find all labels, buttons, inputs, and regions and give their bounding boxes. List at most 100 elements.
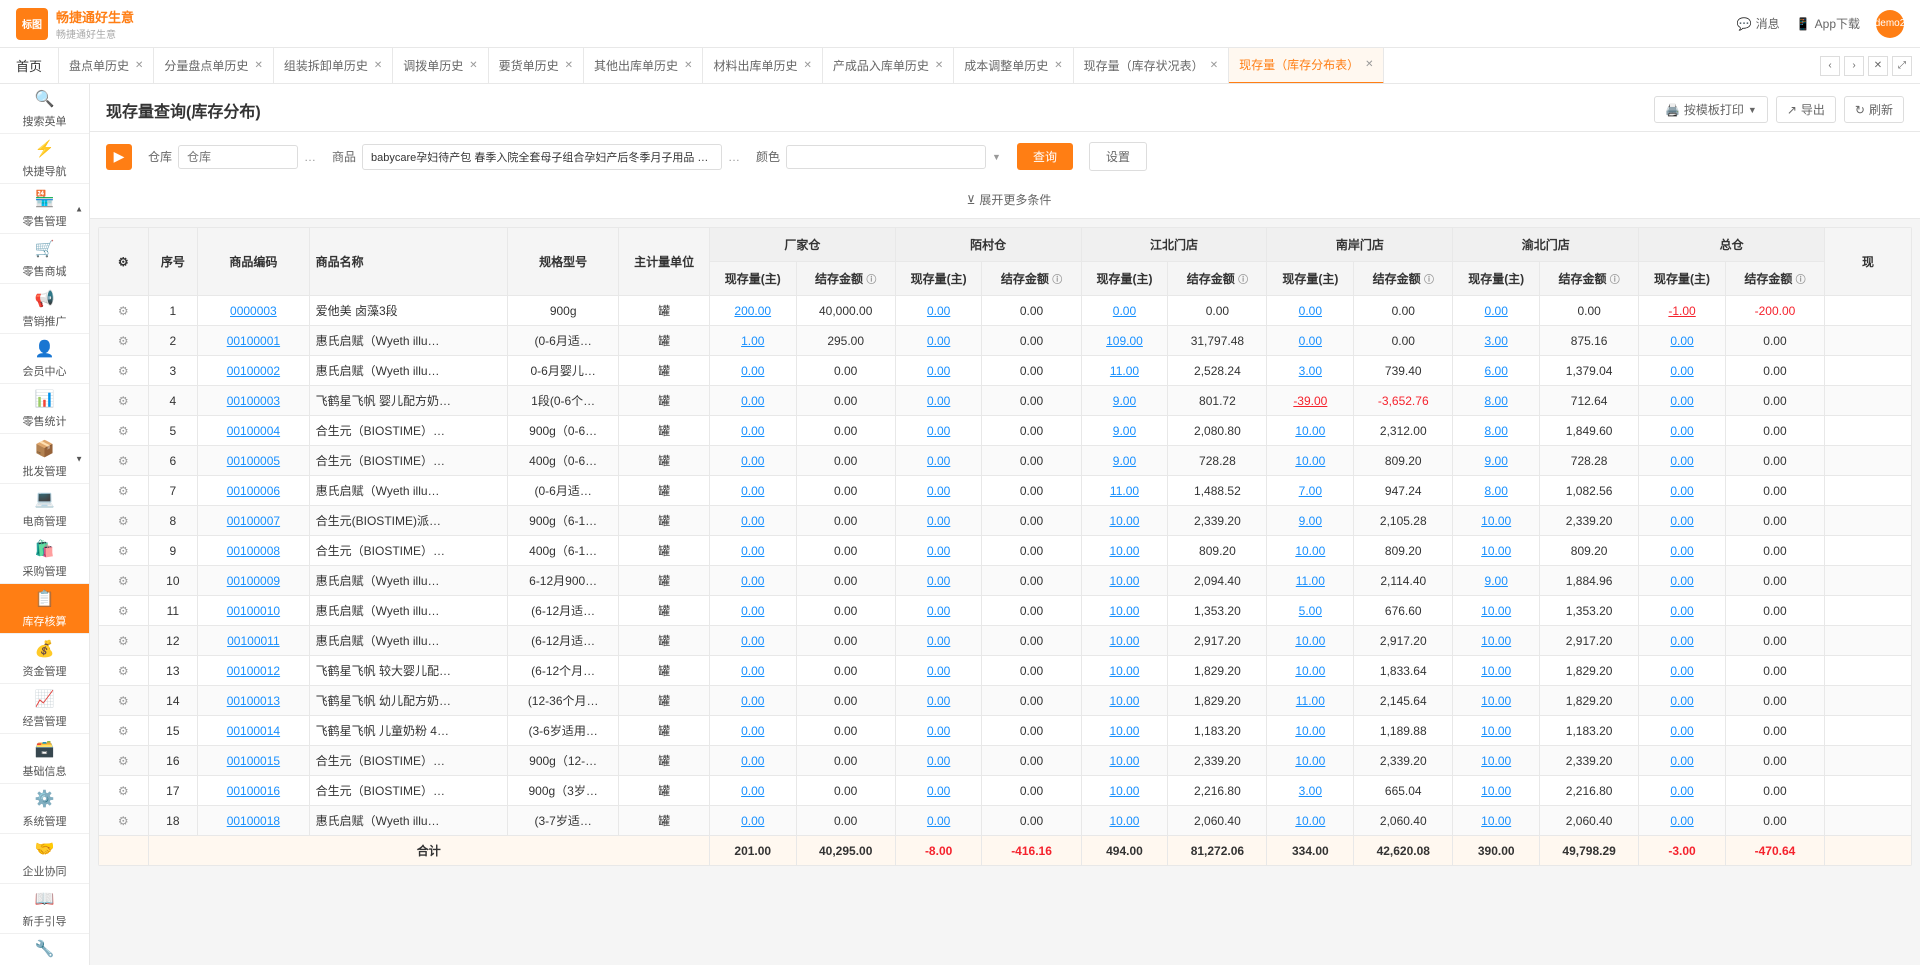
refresh-btn[interactable]: ↻ 刷新 (1844, 96, 1904, 123)
tab-qtck[interactable]: 其他出库单历史 ✕ (584, 48, 703, 84)
sidebar-item-guide[interactable]: 📖 新手引导 (0, 884, 89, 934)
avatar: demo2 (1876, 10, 1904, 38)
sidebar-item-base[interactable]: 🗃️ 基础信息 (0, 734, 89, 784)
row-gear[interactable]: ⚙ (99, 416, 149, 446)
tab-fpds[interactable]: 分量盘点单历史 ✕ (154, 48, 273, 84)
info-w4-icon[interactable]: ⓘ (1424, 275, 1434, 286)
table-row: ⚙ 18 00100018 惠氏启赋（Wyeth illu… (3-7岁适… 罐… (99, 806, 1912, 836)
row-gear[interactable]: ⚙ (99, 596, 149, 626)
query-btn[interactable]: 查询 (1017, 143, 1073, 170)
row-gear[interactable]: ⚙ (99, 746, 149, 776)
row-w5-amt: 1,884.96 (1540, 566, 1639, 596)
search-expand-btn[interactable]: ▶ (106, 144, 132, 170)
tab-close-pds[interactable]: ✕ (135, 60, 143, 71)
messages-btn[interactable]: 💬 消息 (1737, 15, 1780, 32)
sidebar-item-enterprise[interactable]: 🤝 企业协同 (0, 834, 89, 884)
tab-home[interactable]: 首页 (0, 48, 59, 84)
sidebar-item-purchase[interactable]: 🛍️ 采购管理 (0, 534, 89, 584)
sidebar-item-finance[interactable]: 💰 资金管理 (0, 634, 89, 684)
row-gear[interactable]: ⚙ (99, 536, 149, 566)
tab-close-fpds[interactable]: ✕ (254, 60, 262, 71)
tab-yhds[interactable]: 要货单历史 ✕ (489, 48, 584, 84)
tab-pds[interactable]: 盘点单历史 ✕ (59, 48, 154, 84)
settings-btn[interactable]: 设置 (1089, 142, 1147, 171)
row-gear[interactable]: ⚙ (99, 506, 149, 536)
sidebar-item-search[interactable]: 🔍 搜索英单 (0, 84, 89, 134)
row-gear[interactable]: ⚙ (99, 716, 149, 746)
tab-clck[interactable]: 材料出库单历史 ✕ (703, 48, 822, 84)
search-area: ▶ 仓库 … 商品 babycare孕妇待产包 春季入院全套母子组合孕妇产后冬季… (90, 132, 1920, 219)
row-gear[interactable]: ⚙ (99, 776, 149, 806)
row-w2-qty: 0.00 (895, 656, 982, 686)
row-w1-qty: 0.00 (709, 656, 796, 686)
row-name: 飞鹤星飞帆 儿童奶粉 4… (309, 716, 507, 746)
row-gear[interactable]: ⚙ (99, 296, 149, 326)
row-w3-qty: 10.00 (1081, 656, 1168, 686)
tab-zzcx[interactable]: 组装拆卸单历史 ✕ (274, 48, 393, 84)
gear-icon[interactable]: ⚙ (118, 255, 129, 269)
tab-close-qtck[interactable]: ✕ (684, 60, 692, 71)
export-btn[interactable]: ↗ 导出 (1776, 96, 1836, 123)
tab-close-xzl-kc[interactable]: ✕ (1210, 60, 1218, 71)
info-w5-icon[interactable]: ⓘ (1610, 275, 1620, 286)
row-gear[interactable]: ⚙ (99, 356, 149, 386)
tab-close-xzl-kf[interactable]: ✕ (1365, 59, 1373, 70)
sidebar-item-shortcuts[interactable]: ⚡ 快捷导航 (0, 134, 89, 184)
warehouse-input[interactable] (178, 145, 298, 169)
sidebar-item-retail-store[interactable]: 🛒 零售商城 (0, 234, 89, 284)
tab-close-dbs[interactable]: ✕ (469, 60, 477, 71)
sidebar-item-inventory[interactable]: 📋 库存核算 (0, 584, 89, 634)
info-w3-icon[interactable]: ⓘ (1238, 275, 1248, 286)
row-gear[interactable]: ⚙ (99, 686, 149, 716)
guide-icon: 📖 (35, 889, 55, 909)
tab-xzl-kf[interactable]: 现存量（库存分布表） ✕ (1229, 48, 1384, 84)
tab-cbtz[interactable]: 成本调整单历史 ✕ (954, 48, 1073, 84)
row-gear[interactable]: ⚙ (99, 566, 149, 596)
sidebar-item-marketing[interactable]: 📢 营销推广 (0, 284, 89, 334)
summary-w3-qty: 494.00 (1081, 836, 1168, 866)
row-no: 13 (148, 656, 198, 686)
tab-close-clck[interactable]: ✕ (803, 60, 811, 71)
info-w1-icon[interactable]: ⓘ (866, 275, 876, 286)
sidebar-item-system[interactable]: ⚙️ 系统管理 (0, 784, 89, 834)
tab-expand-btn[interactable]: ⤢ (1892, 56, 1912, 76)
tab-next-btn[interactable]: › (1844, 56, 1864, 76)
row-gear[interactable]: ⚙ (99, 446, 149, 476)
sidebar-item-ecommerce[interactable]: 💻 电商管理 (0, 484, 89, 534)
expand-conditions-btn[interactable]: ⊻ 展开更多条件 (967, 191, 1052, 208)
row-no: 12 (148, 626, 198, 656)
product-input-display[interactable]: babycare孕妇待产包 春季入院全套母子组合孕妇产后冬季月子用品 22件套 … (362, 144, 722, 170)
color-input[interactable] (786, 145, 986, 169)
print-btn[interactable]: 🖨️ 按模板打印 ▼ (1654, 96, 1768, 123)
row-code: 00100001 (198, 326, 310, 356)
tab-dbs[interactable]: 调拨单历史 ✕ (393, 48, 488, 84)
product-more-btn[interactable]: … (728, 150, 740, 164)
row-w3-qty: 10.00 (1081, 776, 1168, 806)
sidebar-item-appcenter[interactable]: 🔧 应用中心 (0, 934, 89, 965)
sidebar-item-member[interactable]: 👤 会员中心 (0, 334, 89, 384)
info-wt-icon[interactable]: ⓘ (1796, 275, 1806, 286)
warehouse-more-btn[interactable]: … (304, 150, 316, 164)
row-gear[interactable]: ⚙ (99, 476, 149, 506)
row-gear[interactable]: ⚙ (99, 806, 149, 836)
row-gear[interactable]: ⚙ (99, 656, 149, 686)
sidebar-item-retail-mgmt[interactable]: 🏪 零售管理 ▲ (0, 184, 89, 234)
tab-close-cbtz[interactable]: ✕ (1054, 60, 1062, 71)
row-gear[interactable]: ⚙ (99, 326, 149, 356)
tab-close-all-btn[interactable]: ✕ (1868, 56, 1888, 76)
sidebar-item-operations[interactable]: 📈 经营管理 (0, 684, 89, 734)
row-w3-amt: 801.72 (1168, 386, 1267, 416)
tab-prev-btn[interactable]: ‹ (1820, 56, 1840, 76)
sidebar-item-wholesale[interactable]: 📦 批发管理 ▼ (0, 434, 89, 484)
tab-ccrk[interactable]: 产成品入库单历史 ✕ (823, 48, 954, 84)
row-gear[interactable]: ⚙ (99, 626, 149, 656)
user-profile[interactable]: demo2 (1876, 10, 1904, 38)
info-w2-icon[interactable]: ⓘ (1052, 275, 1062, 286)
tab-close-ccrk[interactable]: ✕ (935, 60, 943, 71)
tab-xzl-kc[interactable]: 现存量（库存状况表） ✕ (1074, 48, 1229, 84)
app-download-btn[interactable]: 📱 App下载 (1796, 15, 1860, 32)
tab-close-zzcx[interactable]: ✕ (374, 60, 382, 71)
tab-close-yhds[interactable]: ✕ (565, 60, 573, 71)
sidebar-item-retail-stat[interactable]: 📊 零售统计 (0, 384, 89, 434)
row-gear[interactable]: ⚙ (99, 386, 149, 416)
